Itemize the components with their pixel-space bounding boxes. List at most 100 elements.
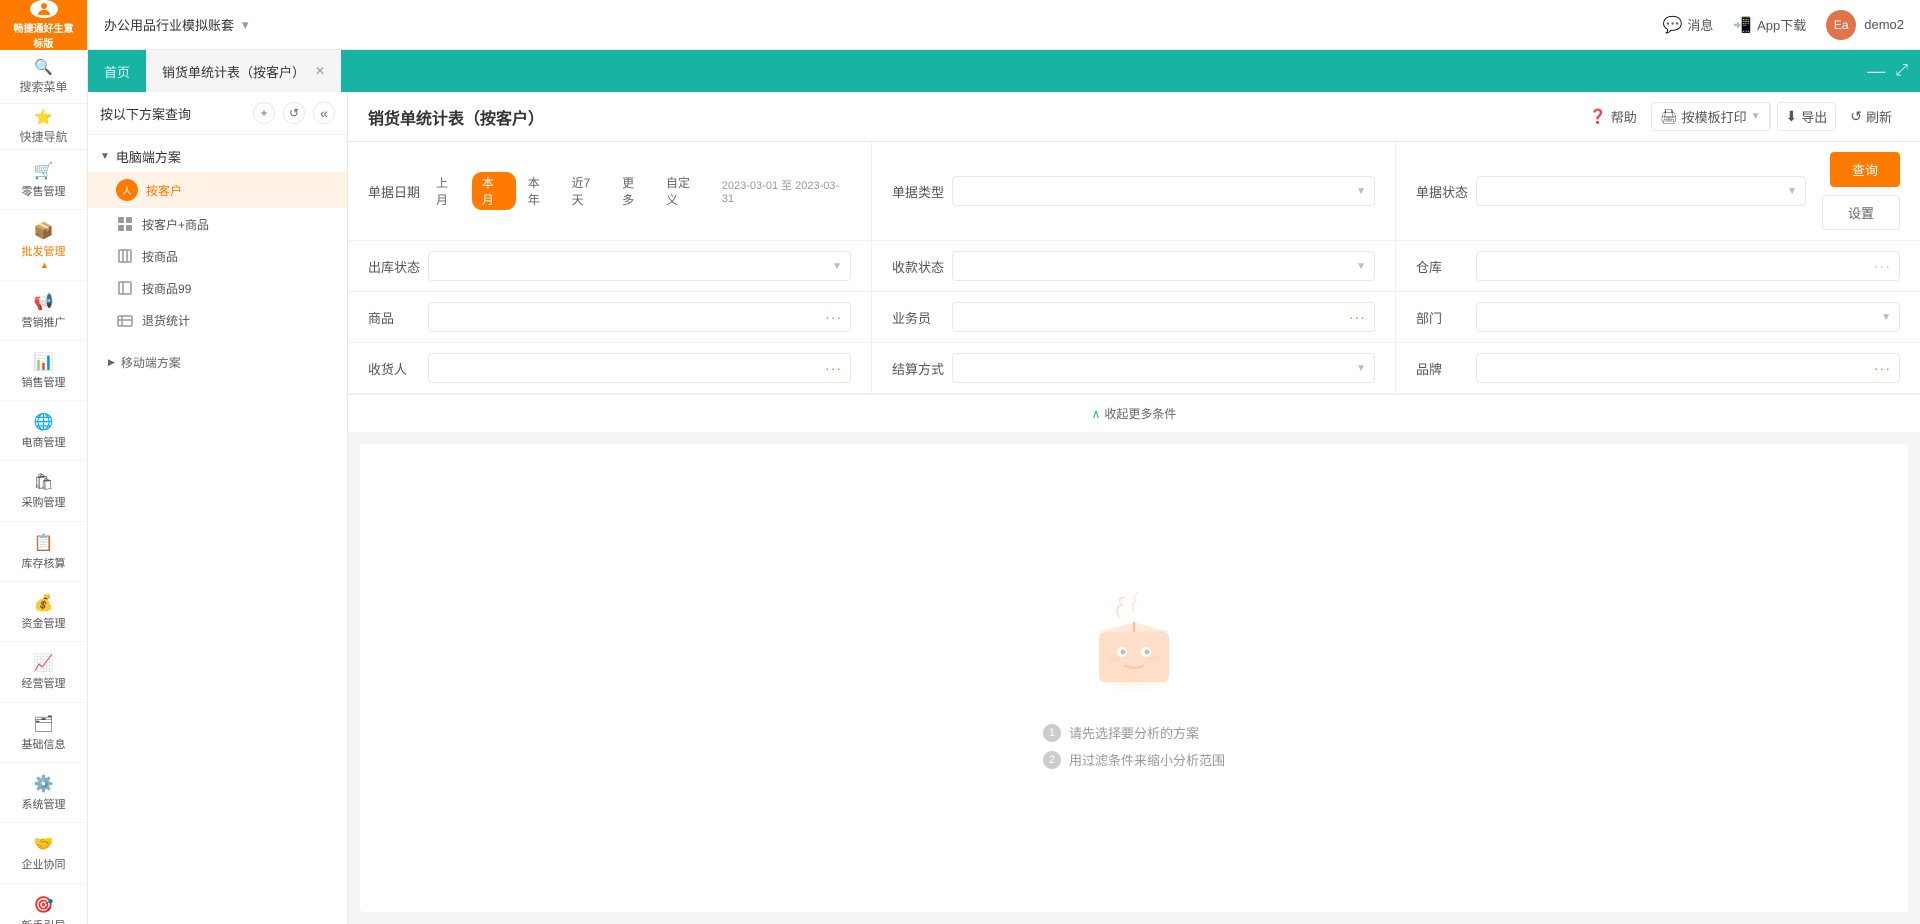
scheme-item-returns[interactable]: 退货统计 <box>88 304 347 336</box>
scheme-item-by-customer[interactable]: 人 按客户 <box>88 172 347 208</box>
left-panel-header: 按以下方案查询 + ↺ « <box>88 92 347 135</box>
salesperson-dots-icon: ··· <box>1349 309 1366 325</box>
search-menu[interactable]: 🔍 搜索菜单 <box>0 50 87 104</box>
sidebar-item-wholesale[interactable]: 📦 批发管理 ▲ <box>0 210 87 280</box>
by-customer-label: 按客户 <box>146 182 182 199</box>
tab-maximize-icon[interactable]: ⤢ <box>1895 62 1908 80</box>
empty-tip-2: 2 用过滤条件来缩小分析范围 <box>1043 750 1225 769</box>
export-label: 导出 <box>1801 107 1827 126</box>
tab-sales-stat[interactable]: 销货单统计表（按客户） ✕ <box>146 50 341 92</box>
tab-close-icon[interactable]: ✕ <box>315 64 325 78</box>
finance-icon: 💰 <box>33 592 55 614</box>
date-tab-more[interactable]: 更多 <box>614 171 654 211</box>
refresh-scheme-button[interactable]: ↺ <box>283 102 305 124</box>
by-product99-icon <box>116 279 134 297</box>
top-header: 办公用品行业模拟账套 ▾ 💬 消息 📲 App下载 Ea demo2 <box>88 0 1920 50</box>
receipt-status-filter: 收款状态 ▼ <box>872 241 1396 291</box>
product-select[interactable]: ··· <box>428 302 851 332</box>
settings-button[interactable]: 设置 <box>1822 195 1900 230</box>
ecommerce-icon: 🌐 <box>33 411 55 433</box>
filter-section: 单据日期 上月 本月 本年 近7天 更多 自定义 2023-03-01 至 20… <box>348 142 1920 432</box>
tab-home[interactable]: 首页 <box>88 50 146 92</box>
date-tab-last-month[interactable]: 上月 <box>428 171 468 211</box>
brand-select[interactable]: ··· <box>1476 353 1900 383</box>
sidebar-item-ecommerce[interactable]: 🌐 电商管理 <box>0 401 87 461</box>
filter-row-3: 商品 ··· 业务员 ··· 部门 <box>348 292 1920 343</box>
out-status-select[interactable]: ▼ <box>428 251 851 281</box>
app-download-action[interactable]: 📲 App下载 <box>1733 15 1806 34</box>
sales-icon: 📊 <box>33 351 55 373</box>
bill-type-select[interactable]: ▼ <box>952 176 1375 206</box>
query-button[interactable]: 查询 <box>1830 152 1900 187</box>
sidebar-item-finance[interactable]: 💰 资金管理 <box>0 582 87 642</box>
warehouse-filter: 仓库 ··· <box>1396 241 1920 291</box>
mobile-scheme-group-title[interactable]: ▶ 移动端方案 <box>88 348 347 377</box>
receiver-select[interactable]: ··· <box>428 353 851 383</box>
receipt-status-select[interactable]: ▼ <box>952 251 1375 281</box>
breadcrumb-arrow-icon: ▾ <box>242 17 249 33</box>
tab-minimize-icon[interactable]: — <box>1867 61 1885 82</box>
user-action[interactable]: Ea demo2 <box>1826 10 1904 40</box>
sidebar-item-sales[interactable]: 📊 销售管理 <box>0 341 87 401</box>
basic-icon: 🗂 <box>33 713 55 735</box>
sidebar-item-retail[interactable]: 🛒 零售管理 <box>0 150 87 210</box>
collapse-label: 收起更多条件 <box>1104 405 1176 422</box>
sidebar-item-operations[interactable]: 📈 经营管理 <box>0 642 87 702</box>
collapse-icon: « <box>320 105 328 121</box>
warehouse-label: 仓库 <box>1416 257 1468 276</box>
export-button[interactable]: ⬇ 导出 <box>1777 102 1837 131</box>
collapse-row: ∧ 收起更多条件 <box>348 394 1920 432</box>
sidebar-item-system[interactable]: ⚙️ 系统管理 <box>0 763 87 823</box>
user-initials: Ea <box>1834 18 1849 32</box>
sidebar-item-marketing[interactable]: 📢 营销推广 <box>0 281 87 341</box>
sidebar-item-newbie[interactable]: 🎯 新手引导 <box>0 884 87 924</box>
date-tab-7days[interactable]: 近7天 <box>564 171 611 211</box>
sidebar-item-purchase[interactable]: 🛍 采购管理 <box>0 461 87 521</box>
date-tab-current-month[interactable]: 本月 <box>472 172 516 210</box>
message-label: 消息 <box>1687 15 1713 34</box>
warehouse-select[interactable]: ··· <box>1476 251 1900 281</box>
header-right: 💬 消息 📲 App下载 Ea demo2 <box>1662 10 1904 40</box>
help-button[interactable]: ❓ 帮助 <box>1581 103 1644 130</box>
avatar: Ea <box>1826 10 1856 40</box>
filter-row-1: 单据日期 上月 本月 本年 近7天 更多 自定义 2023-03-01 至 20… <box>348 142 1920 241</box>
scheme-item-by-product[interactable]: 按商品 <box>88 240 347 272</box>
receipt-status-chevron-icon: ▼ <box>1356 261 1366 272</box>
salesperson-label: 业务员 <box>892 308 944 327</box>
product-dots-icon: ··· <box>825 309 842 325</box>
by-product-icon <box>116 247 134 265</box>
date-range-text: 2023-03-01 至 2023-03-31 <box>722 177 851 205</box>
bill-status-select[interactable]: ▼ <box>1476 176 1806 206</box>
salesperson-select[interactable]: ··· <box>952 302 1375 332</box>
tip-text-2: 用过滤条件来缩小分析范围 <box>1069 750 1225 769</box>
print-button[interactable]: 🖨 按模板打印 ▼ <box>1652 103 1770 130</box>
settlement-select[interactable]: ▼ <box>952 353 1375 383</box>
scheme-item-by-product99[interactable]: 按商品99 <box>88 272 347 304</box>
returns-label: 退货统计 <box>142 312 190 329</box>
collapse-panel-button[interactable]: « <box>313 102 335 124</box>
refresh-button[interactable]: ↺ 刷新 <box>1842 103 1900 130</box>
help-icon: ❓ <box>1589 108 1606 125</box>
collapse-button[interactable]: ∧ 收起更多条件 <box>1076 401 1193 426</box>
quick-nav[interactable]: ⭐ 快捷导航 <box>0 104 87 150</box>
mobile-scheme-label: 移动端方案 <box>121 354 181 371</box>
left-panel-title: 按以下方案查询 <box>100 104 191 123</box>
department-select[interactable]: ▼ <box>1476 302 1900 332</box>
collapse-up-icon: ∧ <box>1092 407 1101 421</box>
search-menu-label: 搜索菜单 <box>19 80 67 94</box>
scheme-item-by-customer-product[interactable]: 按客户+商品 <box>88 208 347 240</box>
receiver-filter: 收货人 ··· <box>348 343 872 393</box>
sidebar-item-basic-label: 基础信息 <box>22 738 66 752</box>
sidebar-item-inventory[interactable]: 📋 库存核算 <box>0 522 87 582</box>
desktop-scheme-group-title[interactable]: ▼ 电脑端方案 <box>88 141 347 172</box>
add-scheme-button[interactable]: + <box>253 102 275 124</box>
wholesale-icon: 📦 <box>33 220 55 242</box>
date-tab-current-year[interactable]: 本年 <box>520 171 560 211</box>
page-header-actions: ❓ 帮助 🖨 按模板打印 ▼ ⬇ 导出 <box>1581 102 1900 131</box>
sidebar-item-basic[interactable]: 🗂 基础信息 <box>0 703 87 763</box>
left-panel: 按以下方案查询 + ↺ « ▼ 电脑端方案 <box>88 92 348 924</box>
sidebar-item-cooperation[interactable]: 🤝 企业协同 <box>0 823 87 883</box>
by-customer-product-icon <box>116 215 134 233</box>
date-tab-custom[interactable]: 自定义 <box>658 171 710 211</box>
message-action[interactable]: 💬 消息 <box>1662 15 1713 35</box>
